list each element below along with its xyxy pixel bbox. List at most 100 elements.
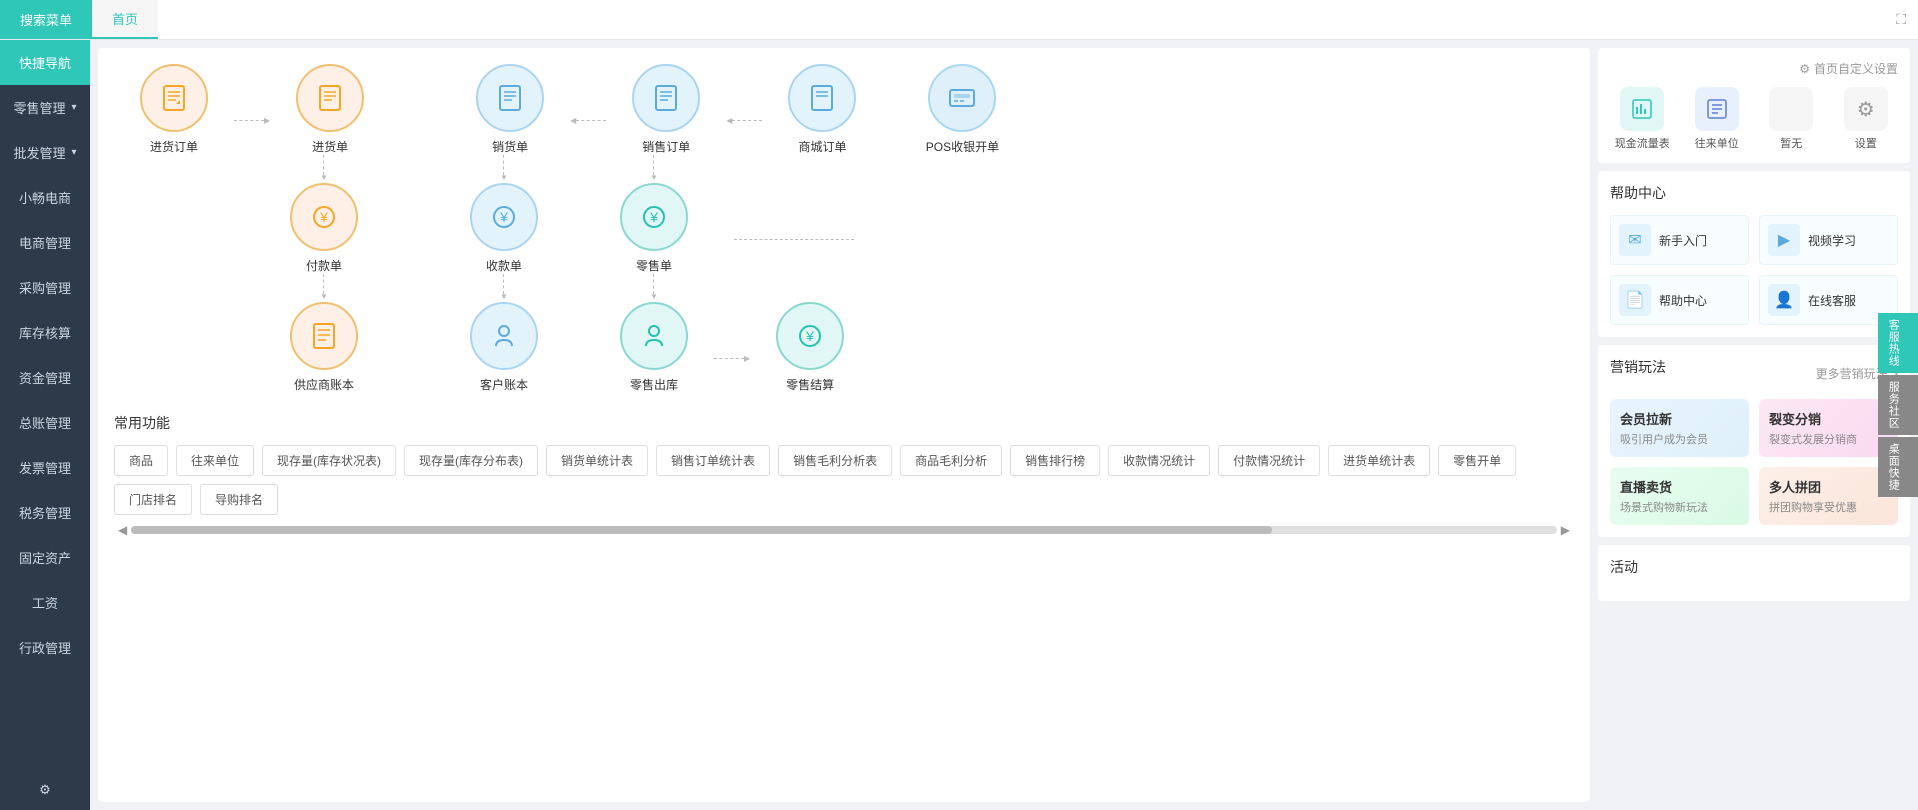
sidebar-item-ecom-mgmt[interactable]: 电商管理 (0, 220, 90, 265)
func-btn-purchase-stat[interactable]: 进货单统计表 (1328, 445, 1430, 476)
wf-label-customer-book: 客户账本 (480, 376, 528, 393)
float-buttons: 客服热线 服务社区 桌面快捷 (1878, 313, 1918, 497)
wf-icon-receipt: ¥ (470, 183, 538, 251)
help-center-item[interactable]: 📄 帮助中心 (1610, 275, 1749, 325)
sidebar-item-salary[interactable]: 工资 (0, 580, 90, 625)
func-btn-stock-status[interactable]: 现存量(库存状况表) (262, 445, 396, 476)
activity-title: 活动 (1610, 557, 1898, 577)
arrow-down-icon4: ▼ (320, 292, 328, 301)
wf-node-customer-book[interactable]: 客户账本 (444, 302, 564, 393)
wf-node-sales-order[interactable]: 销售订单 (606, 64, 726, 155)
func-btn-goods[interactable]: 商品 (114, 445, 168, 476)
marketing-fission-title: 裂变分销 (1769, 409, 1888, 428)
func-btn-sales-margin[interactable]: 销售毛利分析表 (778, 445, 892, 476)
help-online-label: 在线客服 (1808, 292, 1856, 309)
wf-node-sales[interactable]: 销货单 (450, 64, 570, 155)
scroll-left-btn[interactable]: ◀ (114, 523, 131, 537)
wf-node-pos[interactable]: POS收银开单 (902, 64, 1022, 155)
wf-label-receipt: 收款单 (486, 257, 522, 274)
shortcut-cashflow-label: 现金流量表 (1615, 135, 1670, 151)
scroll-track[interactable] (131, 526, 1557, 534)
arrow-down-icon: ▼ (320, 173, 328, 182)
wf-icon-pos (928, 64, 996, 132)
sidebar-item-wholesale[interactable]: 批发管理 ▾ (0, 130, 90, 175)
help-beginner-label: 新手入门 (1659, 232, 1707, 249)
float-btn-service[interactable]: 客服热线 (1878, 313, 1918, 373)
sidebar-item-tax[interactable]: 税务管理 (0, 490, 90, 535)
content-area: 进货订单 ▶ 进货单 (90, 40, 1918, 810)
marketing-member[interactable]: 会员拉新 吸引用户成为会员 (1610, 399, 1749, 457)
sidebar-item-ecom-small[interactable]: 小畅电商 (0, 175, 90, 220)
sidebar-item-ledger[interactable]: 总账管理 (0, 400, 90, 445)
func-btn-receipt-stat[interactable]: 收款情况统计 (1108, 445, 1210, 476)
shortcut-settings-item[interactable]: ⚙ 设置 (1834, 87, 1899, 151)
sidebar-item-invoice[interactable]: 发票管理 (0, 445, 90, 490)
wf-icon-customer-book (470, 302, 538, 370)
help-beginner[interactable]: ✉ 新手入门 (1610, 215, 1749, 265)
wf-label-mall-order: 商城订单 (798, 138, 846, 155)
sidebar-item-quick-nav[interactable]: 快捷导航 (0, 40, 90, 85)
shortcut-settings-btn[interactable]: ⚙ 首页自定义设置 (1799, 60, 1898, 77)
func-btn-guide-rank[interactable]: 导购排名 (200, 484, 278, 515)
sidebar-item-assets[interactable]: 固定资产 (0, 535, 90, 580)
marketing-live-title: 直播卖货 (1620, 477, 1739, 496)
marketing-group-sub: 拼团购物享受优惠 (1769, 499, 1888, 515)
wf-label-sales-order: 销售订单 (642, 138, 690, 155)
func-btn-sales-order-stat[interactable]: 销售订单统计表 (656, 445, 770, 476)
func-btn-stock-dist[interactable]: 现存量(库存分布表) (404, 445, 538, 476)
top-bar: 搜索菜单 首页 ⛶ (0, 0, 1918, 40)
fullscreen-btn[interactable]: ⛶ (1884, 11, 1918, 28)
wf-node-mall-order[interactable]: 商城订单 (762, 64, 882, 155)
wf-label-retail-settle: 零售结算 (786, 376, 834, 393)
workflow-row3: 供应商账本 客户账本 (114, 302, 1574, 393)
wf-icon-retail-order: ¥ (620, 183, 688, 251)
wf-node-purchase-order[interactable]: 进货订单 (114, 64, 234, 155)
float-btn-community[interactable]: 服务社区 (1878, 375, 1918, 435)
wf-node-purchase[interactable]: 进货单 (270, 64, 390, 155)
sidebar-item-purchase[interactable]: 采购管理 (0, 265, 90, 310)
wf-node-receipt[interactable]: ¥ 收款单 (444, 183, 564, 274)
tab-home[interactable]: 首页 (92, 0, 158, 39)
search-menu-btn[interactable]: 搜索菜单 (0, 0, 92, 39)
shortcut-empty[interactable]: 暂无 (1759, 87, 1824, 151)
sidebar-item-retail[interactable]: 零售管理 ▾ (0, 85, 90, 130)
wf-label-retail-outbound: 零售出库 (630, 376, 678, 393)
func-btn-payment-stat[interactable]: 付款情况统计 (1218, 445, 1320, 476)
arrow-down-icon3: ▼ (650, 173, 658, 182)
func-btn-store-rank[interactable]: 门店排名 (114, 484, 192, 515)
wf-icon-sales-order (632, 64, 700, 132)
sidebar-item-finance[interactable]: 资金管理 (0, 355, 90, 400)
gear-icon: ⚙ (1799, 62, 1810, 76)
func-btn-retail-order[interactable]: 零售开单 (1438, 445, 1516, 476)
common-functions-grid: 商品 往来单位 现存量(库存状况表) 现存量(库存分布表) 销货单统计表 销售订… (114, 445, 1574, 515)
scroll-right-btn[interactable]: ▶ (1557, 523, 1574, 537)
sidebar-gear-btn[interactable]: ⚙ (0, 770, 90, 810)
wf-node-retail-order[interactable]: ¥ 零售单 (594, 183, 714, 274)
sidebar-item-inventory[interactable]: 库存核算 (0, 310, 90, 355)
float-btn-desktop[interactable]: 桌面快捷 (1878, 437, 1918, 497)
wf-node-payment[interactable]: ¥ 付款单 (264, 183, 384, 274)
func-btn-sales-rank[interactable]: 销售排行榜 (1010, 445, 1100, 476)
shortcut-cashflow[interactable]: 现金流量表 (1610, 87, 1675, 151)
marketing-title: 营销玩法 (1610, 357, 1666, 377)
shortcut-partners-label: 往来单位 (1695, 135, 1739, 151)
sidebar-item-admin[interactable]: 行政管理 (0, 625, 90, 670)
shortcuts-grid: 现金流量表 往来单位 暂无 ⚙ 设置 (1610, 87, 1898, 151)
help-video-icon: ▶ (1768, 224, 1800, 256)
wf-node-retail-settle[interactable]: ¥ 零售结算 (750, 302, 870, 393)
help-video[interactable]: ▶ 视频学习 (1759, 215, 1898, 265)
shortcut-partners[interactable]: 往来单位 (1685, 87, 1750, 151)
help-center-card: 帮助中心 ✉ 新手入门 ▶ 视频学习 📄 帮助中心 👤 (1598, 171, 1910, 337)
wf-node-retail-outbound[interactable]: 零售出库 (594, 302, 714, 393)
wf-node-supplier-book[interactable]: 供应商账本 (264, 302, 384, 393)
wf-label-payment: 付款单 (306, 257, 342, 274)
func-btn-goods-margin[interactable]: 商品毛利分析 (900, 445, 1002, 476)
sidebar: 快捷导航 零售管理 ▾ 批发管理 ▾ 小畅电商 电商管理 采购管理 库存核算 资 (0, 40, 90, 810)
workflow-row1: 进货订单 ▶ 进货单 (114, 64, 1574, 155)
func-btn-partners[interactable]: 往来单位 (176, 445, 254, 476)
marketing-card: 营销玩法 更多营销玩法 > 会员拉新 吸引用户成为会员 裂变分销 裂变式发展分销… (1598, 345, 1910, 537)
wf-icon-mall-order (788, 64, 856, 132)
marketing-live[interactable]: 直播卖货 场景式购物新玩法 (1610, 467, 1749, 525)
shortcut-settings-label: 设置 (1855, 135, 1877, 151)
func-btn-sales-stat[interactable]: 销货单统计表 (546, 445, 648, 476)
